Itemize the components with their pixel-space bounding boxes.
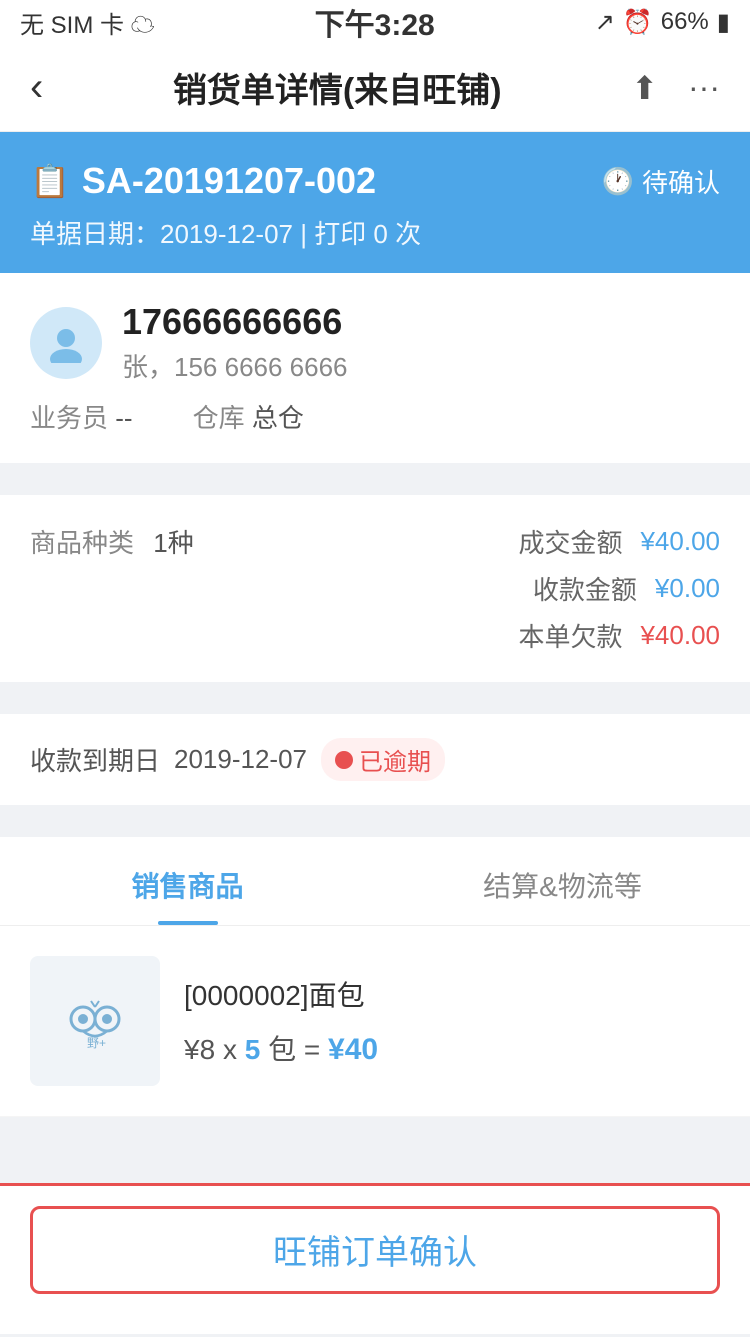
- salesman-value: --: [115, 403, 132, 433]
- table-row: 野+ [0000002]面包 ¥8 x 5 包 = ¥40: [0, 926, 750, 1117]
- amount-item: 成交金额 ¥40.00: [518, 523, 720, 560]
- overdue-text: 已逾期: [359, 742, 431, 777]
- avatar: [30, 307, 102, 379]
- tabs-section: 销售商品 结算&物流等 野+ [000: [0, 837, 750, 1117]
- more-button[interactable]: ···: [688, 69, 720, 106]
- product-thumbnail: 野+: [30, 956, 160, 1086]
- amount-value: ¥40.00: [640, 526, 720, 557]
- warehouse-value: 总仓: [252, 403, 304, 433]
- overdue-badge: 已逾期: [321, 738, 445, 781]
- sim-label: 无 SIM 卡 ☁: [20, 5, 155, 40]
- received-value: ¥0.00: [655, 573, 720, 604]
- overdue-dot-icon: [335, 751, 353, 769]
- status-right: ↗ ⏰ 66% ▮: [595, 8, 730, 37]
- due-date-value: 2019-12-07: [174, 744, 307, 775]
- order-meta: 单据日期：2019-12-07 | 打印 0 次: [30, 214, 720, 251]
- alarm-icon: ⏰: [623, 8, 653, 37]
- amount-label: 成交金额: [518, 523, 622, 560]
- summary-section: 商品种类 1种 成交金额 ¥40.00 收款金额 ¥0.00 本单欠款 ¥40.…: [0, 495, 750, 682]
- due-date-label: 收款到期日: [30, 741, 160, 778]
- customer-sub: 张，156 6666 6666: [122, 347, 348, 384]
- product-unit-price: ¥8: [184, 1034, 215, 1065]
- tabs-header: 销售商品 结算&物流等: [0, 837, 750, 926]
- status-left: 无 SIM 卡 ☁: [20, 5, 155, 40]
- salesman-item: 业务员 --: [30, 398, 133, 435]
- customer-section: 17666666666 张，156 6666 6666 业务员 -- 仓库 总仓: [0, 273, 750, 463]
- battery-level: 66%: [661, 8, 709, 36]
- warehouse-label: 仓库: [193, 403, 245, 433]
- owed-label: 本单欠款: [518, 617, 622, 654]
- category-label: 商品种类: [30, 528, 134, 558]
- customer-info: 17666666666 张，156 6666 6666: [122, 301, 348, 384]
- product-qty: 5: [245, 1034, 261, 1065]
- product-total: ¥40: [328, 1033, 378, 1066]
- warehouse-item: 仓库 总仓: [193, 398, 304, 435]
- divider-2: [0, 698, 750, 714]
- order-id: 📋 SA-20191207-002: [30, 160, 376, 202]
- product-list: 野+ [0000002]面包 ¥8 x 5 包 = ¥40: [0, 926, 750, 1117]
- product-unit: 包: [268, 1034, 296, 1065]
- customer-details: 业务员 -- 仓库 总仓: [30, 398, 720, 435]
- order-icon: 📋: [30, 162, 70, 200]
- nav-bar: ‹ 销货单详情(来自旺铺) ⬆ ···: [0, 44, 750, 132]
- divider-1: [0, 479, 750, 495]
- product-name: [0000002]面包: [184, 974, 720, 1014]
- page-title: 销货单详情(来自旺铺): [173, 63, 502, 112]
- received-item: 收款金额 ¥0.00: [533, 570, 720, 607]
- summary-row: 商品种类 1种 成交金额 ¥40.00 收款金额 ¥0.00 本单欠款 ¥40.…: [30, 523, 720, 654]
- received-label: 收款金额: [533, 570, 637, 607]
- back-button[interactable]: ‹: [30, 65, 43, 110]
- header-top: 📋 SA-20191207-002 🕐 待确认: [30, 160, 720, 202]
- owed-item: 本单欠款 ¥40.00: [518, 617, 720, 654]
- divider-3: [0, 821, 750, 837]
- battery-icon: ▮: [717, 8, 730, 37]
- bottom-bar: 旺铺订单确认: [0, 1183, 750, 1334]
- tab-products-label: 销售商品: [131, 871, 243, 902]
- product-info: [0000002]面包 ¥8 x 5 包 = ¥40: [184, 974, 720, 1068]
- tab-settlement[interactable]: 结算&物流等: [375, 837, 750, 925]
- confirm-order-button[interactable]: 旺铺订单确认: [30, 1206, 720, 1294]
- order-status-text: 待确认: [642, 163, 720, 200]
- category-value: 1种: [153, 528, 193, 558]
- summary-right: 成交金额 ¥40.00 收款金额 ¥0.00 本单欠款 ¥40.00: [518, 523, 720, 654]
- owed-value: ¥40.00: [640, 620, 720, 651]
- customer-phone: 17666666666: [122, 301, 348, 343]
- multiply-sign: x: [223, 1034, 245, 1065]
- due-section: 收款到期日 2019-12-07 已逾期: [0, 714, 750, 805]
- header-card: 📋 SA-20191207-002 🕐 待确认 单据日期：2019-12-07 …: [0, 132, 750, 273]
- tab-settlement-label: 结算&物流等: [483, 871, 642, 902]
- status-bar: 无 SIM 卡 ☁ 下午3:28 ↗ ⏰ 66% ▮: [0, 0, 750, 44]
- summary-left: 商品种类 1种: [30, 523, 194, 560]
- salesman-label: 业务员: [30, 403, 108, 433]
- customer-top: 17666666666 张，156 6666 6666: [30, 301, 720, 384]
- location-icon: ↗: [595, 8, 615, 37]
- product-price: ¥8 x 5 包 = ¥40: [184, 1028, 720, 1068]
- order-id-value: SA-20191207-002: [82, 160, 376, 202]
- tab-products[interactable]: 销售商品: [0, 837, 375, 925]
- share-button[interactable]: ⬆: [631, 69, 658, 107]
- order-status-badge: 🕐 待确认: [602, 163, 720, 200]
- svg-text:野+: 野+: [87, 1036, 106, 1050]
- equals-sign: =: [304, 1034, 328, 1065]
- clock-icon: 🕐: [602, 166, 634, 197]
- status-time: 下午3:28: [315, 0, 435, 44]
- nav-actions: ⬆ ···: [631, 69, 720, 107]
